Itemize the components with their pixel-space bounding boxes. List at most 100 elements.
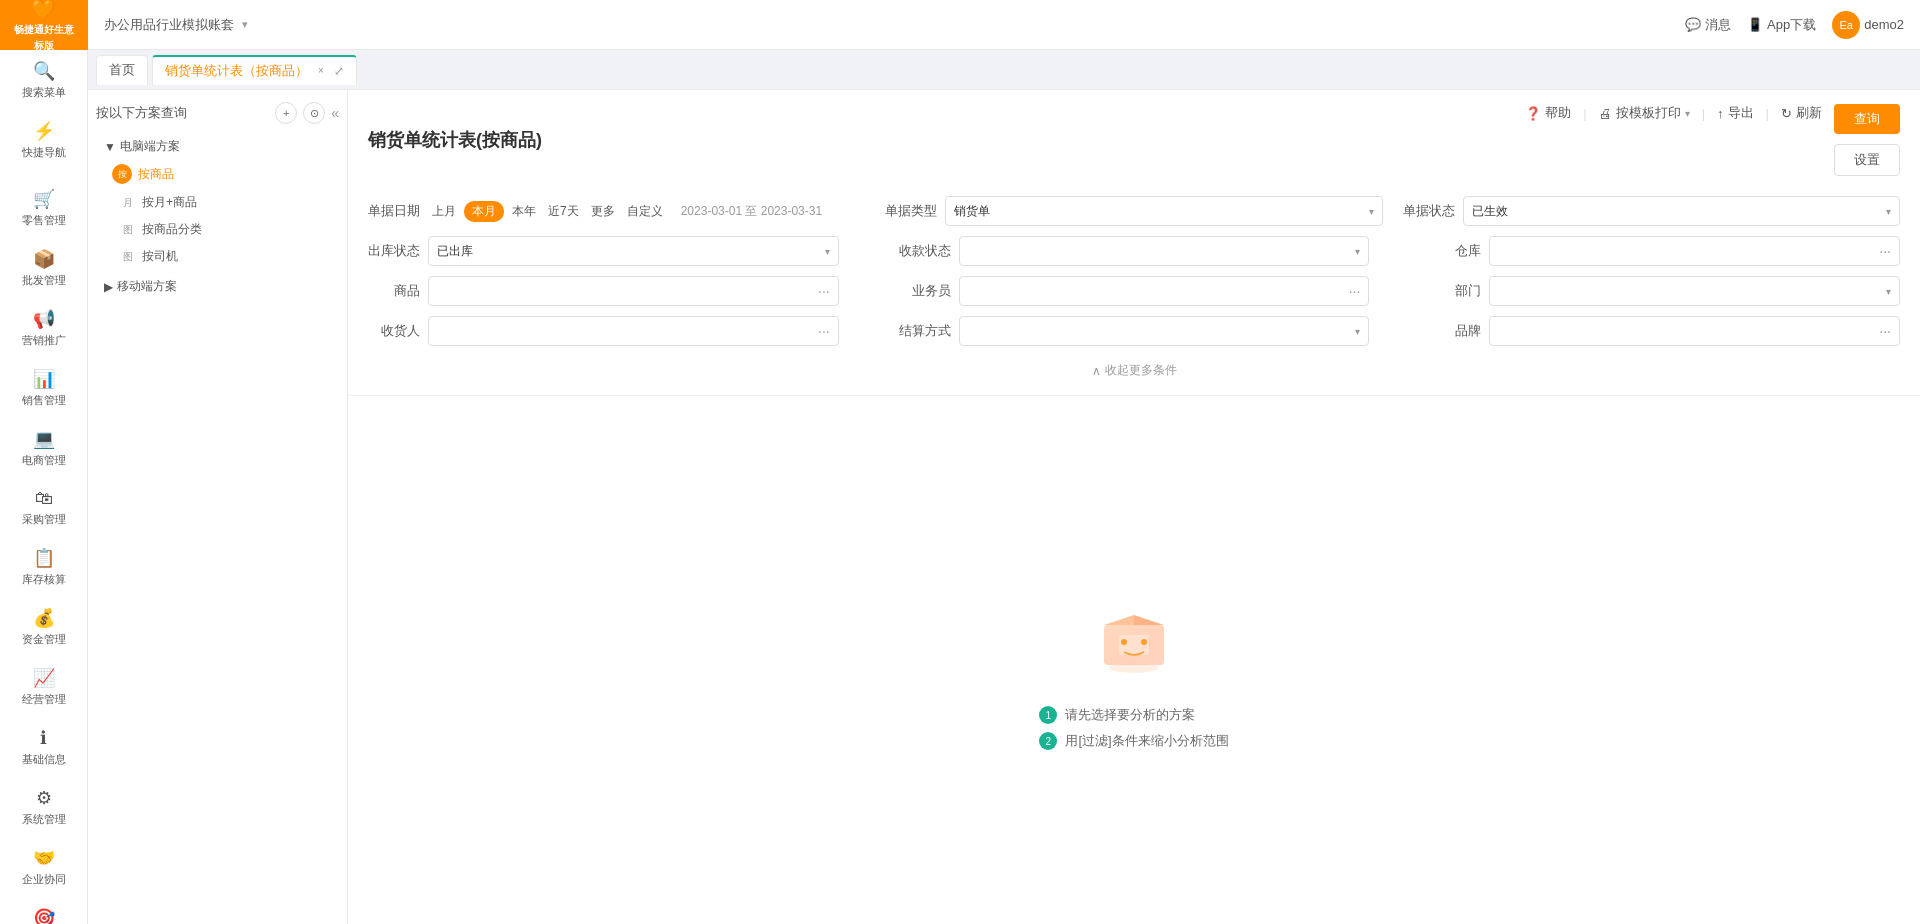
app-download-btn[interactable]: 📱 App下载: [1747, 16, 1816, 34]
left-panel-actions: + ⊙ «: [275, 102, 339, 124]
mobile-scheme-group: ▶ 移动端方案: [96, 274, 339, 299]
filter-sales-rep: 业务员 ···: [899, 276, 1370, 306]
date-tab-7days[interactable]: 近7天: [544, 201, 583, 222]
warehouse-more[interactable]: ···: [1879, 243, 1891, 259]
scheme-product-icon: 按: [112, 164, 132, 184]
receiver-more[interactable]: ···: [818, 323, 830, 339]
message-btn[interactable]: 💬 消息: [1685, 16, 1731, 34]
sidebar-item-ops[interactable]: 📈 经营管理: [0, 657, 87, 717]
product-more[interactable]: ···: [818, 283, 830, 299]
left-panel: 按以下方案查询 + ⊙ « ▼ 电脑端方案: [88, 90, 348, 924]
sidebar-item-wholesale[interactable]: 📦 批发管理: [0, 238, 87, 298]
settle-input[interactable]: ▾: [959, 316, 1370, 346]
help-icon: ❓: [1525, 106, 1541, 121]
doc-type-input[interactable]: 销货单 ▾: [945, 196, 1382, 226]
sidebar-purchase-label: 采购管理: [22, 512, 66, 527]
receiver-input[interactable]: ···: [428, 316, 839, 346]
sidebar-item-purchase[interactable]: 🛍 采购管理: [0, 478, 87, 537]
sales-rep-input[interactable]: ···: [959, 276, 1370, 306]
date-tab-more[interactable]: 更多: [587, 201, 619, 222]
collect-status-arrow: ▾: [1355, 246, 1360, 257]
scheme-by-category[interactable]: 图 按商品分类: [112, 216, 339, 243]
sidebar-item-corp[interactable]: 🤝 企业协同: [0, 837, 87, 897]
sidebar-wholesale-label: 批发管理: [22, 273, 66, 288]
date-tab-this-year[interactable]: 本年: [508, 201, 540, 222]
date-range-display: 2023-03-01 至 2023-03-31: [681, 203, 822, 220]
inventory-icon: 📋: [33, 547, 55, 569]
doc-type-arrow: ▾: [1369, 206, 1374, 217]
export-icon: ↑: [1717, 106, 1724, 121]
sidebar-item-finance[interactable]: 💰 资金管理: [0, 597, 87, 657]
collapse-arrow-icon: ∧: [1092, 364, 1101, 378]
ops-icon: 📈: [33, 667, 55, 689]
scheme-by-cashier[interactable]: 图 按司机: [112, 243, 339, 270]
settings-button[interactable]: 设置: [1834, 144, 1900, 176]
sidebar-sales-label: 销售管理: [22, 393, 66, 408]
sidebar-item-newbie[interactable]: 🎯 新手引导: [0, 897, 87, 924]
user-profile[interactable]: Ea demo2: [1832, 11, 1904, 39]
date-tab-custom[interactable]: 自定义: [623, 201, 667, 222]
sidebar-item-basic[interactable]: ℹ 基础信息: [0, 717, 87, 777]
tab-close-btn[interactable]: ×: [318, 65, 324, 76]
date-tab-this-month[interactable]: 本月: [464, 201, 504, 222]
doc-status-input[interactable]: 已生效 ▾: [1463, 196, 1900, 226]
filter-collect-status: 收款状态 ▾: [899, 236, 1370, 266]
svg-point-4: [1121, 639, 1127, 645]
filter-row-3: 商品 ··· 业务员 ···: [368, 276, 1900, 306]
sidebar-item-sales[interactable]: 📊 销售管理: [0, 358, 87, 418]
sidebar-inventory-label: 库存核算: [22, 572, 66, 587]
search-icon: 🔍: [33, 60, 55, 82]
mobile-group-header[interactable]: ▶ 移动端方案: [96, 274, 339, 299]
date-tab-last-month[interactable]: 上月: [428, 201, 460, 222]
print-btn[interactable]: 🖨 按模板打印 ▾: [1599, 104, 1690, 122]
sidebar-retail-label: 零售管理: [22, 213, 66, 228]
add-icon: +: [283, 107, 289, 119]
sidebar-item-retail[interactable]: 🛒 零售管理: [0, 178, 87, 238]
sidebar-item-ecom[interactable]: 💻 电商管理: [0, 418, 87, 478]
refresh-btn[interactable]: ↻ 刷新: [1781, 104, 1822, 122]
add-scheme-btn[interactable]: +: [275, 102, 297, 124]
tab-sales-report[interactable]: 销货单统计表（按商品） × ⤢: [152, 55, 357, 85]
scheme-by-product[interactable]: 按 按商品: [104, 159, 339, 189]
out-status-input[interactable]: 已出库 ▾: [428, 236, 839, 266]
dept-input[interactable]: ▾: [1489, 276, 1900, 306]
scheme-cashier-label: 按司机: [142, 248, 178, 265]
desktop-group-header[interactable]: ▼ 电脑端方案: [96, 134, 339, 159]
svg-point-5: [1141, 639, 1147, 645]
tab-home[interactable]: 首页: [96, 55, 148, 85]
tab-expand-btn[interactable]: ⤢: [334, 64, 344, 78]
query-button[interactable]: 查询: [1834, 104, 1900, 134]
sidebar-item-quick-nav[interactable]: ⚡ 快捷导航: [0, 110, 87, 170]
active-tab-label: 销货单统计表（按商品）: [165, 62, 308, 80]
brand-input[interactable]: ···: [1489, 316, 1900, 346]
sales-rep-more[interactable]: ···: [1349, 283, 1361, 299]
export-btn[interactable]: ↑ 导出: [1717, 104, 1754, 122]
brand-more[interactable]: ···: [1879, 323, 1891, 339]
scheme-cat-label: 按商品分类: [142, 221, 202, 238]
page-title: 销货单统计表(按商品): [368, 128, 542, 152]
collapse-panel-btn[interactable]: «: [331, 105, 339, 121]
product-input[interactable]: ···: [428, 276, 839, 306]
svg-marker-1: [1104, 615, 1134, 625]
sidebar-item-system[interactable]: ⚙ 系统管理: [0, 777, 87, 837]
step-2-number: 2: [1039, 732, 1057, 750]
company-dropdown-arrow[interactable]: ▾: [242, 18, 248, 31]
collapse-conditions-btn[interactable]: ∧ 收起更多条件: [368, 356, 1900, 385]
filter-row-4: 收货人 ··· 结算方式 ▾: [368, 316, 1900, 346]
help-btn[interactable]: ❓ 帮助: [1525, 104, 1571, 122]
sidebar-item-inventory[interactable]: 📋 库存核算: [0, 537, 87, 597]
company-name: 办公用品行业模拟账套: [104, 16, 234, 34]
sidebar-item-marketing[interactable]: 📢 营销推广: [0, 298, 87, 358]
topbar-right: 💬 消息 📱 App下载 Ea demo2: [1685, 11, 1904, 39]
warehouse-input[interactable]: ···: [1489, 236, 1900, 266]
dept-arrow: ▾: [1886, 286, 1891, 297]
doc-type-label: 单据类型: [885, 202, 937, 220]
collect-status-input[interactable]: ▾: [959, 236, 1370, 266]
sidebar-corp-label: 企业协同: [22, 872, 66, 887]
newbie-icon: 🎯: [33, 907, 55, 924]
sidebar-item-search[interactable]: 🔍 搜索菜单: [0, 50, 87, 110]
edit-scheme-btn[interactable]: ⊙: [303, 102, 325, 124]
scheme-by-month-product[interactable]: 月 按月+商品: [112, 189, 339, 216]
scheme-product-label: 按商品: [138, 166, 174, 183]
app-logo[interactable]: 🧡 畅捷通好生意 标版: [0, 0, 88, 50]
